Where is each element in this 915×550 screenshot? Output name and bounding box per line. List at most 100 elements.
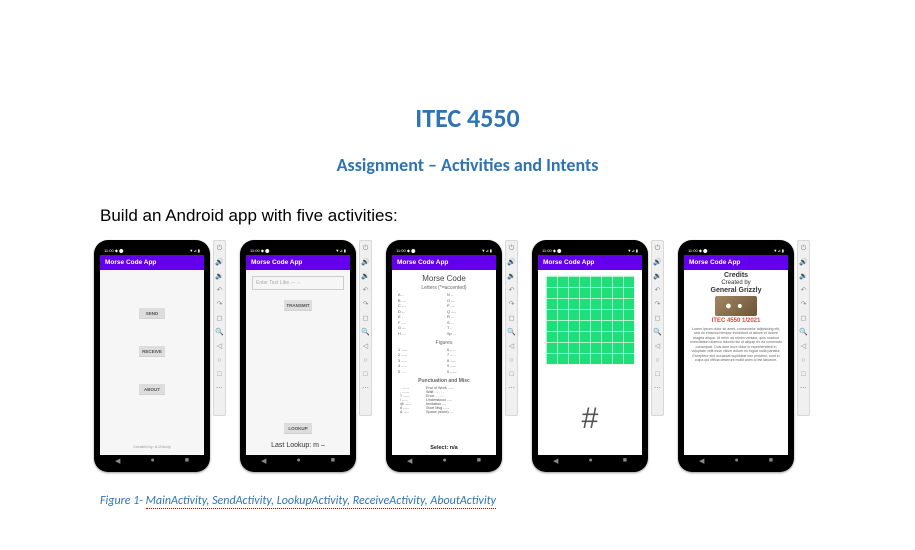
volume-down-icon[interactable]: 🔉 [361,273,370,280]
rotate-left-icon[interactable]: ↶ [217,287,223,294]
figure-cell[interactable]: 8 ---.. [447,359,490,363]
camera-icon[interactable]: ◻ [363,315,369,322]
recent-btn-icon[interactable]: □ [655,371,659,378]
nav-recent-icon[interactable]: ■ [769,457,773,464]
zoom-icon[interactable]: 🔍 [361,329,370,336]
about-button[interactable]: ABOUT [139,384,165,394]
figure-cell[interactable]: 5 ..... [398,370,441,374]
camera-icon[interactable]: ◻ [509,315,515,322]
figure-cell[interactable]: 3 ...-- [398,359,441,363]
rotate-right-icon[interactable]: ↷ [655,301,661,308]
more-icon[interactable]: ⋯ [508,385,515,392]
rotate-right-icon[interactable]: ↷ [801,301,807,308]
transmit-button[interactable]: TRANSMIT [284,300,312,310]
volume-up-icon[interactable]: 🔊 [507,259,516,266]
nav-home-icon[interactable]: ● [442,457,446,464]
home-btn-icon[interactable]: ○ [363,357,367,364]
receive-grid[interactable] [546,276,634,364]
letter-cell[interactable]: N -. [447,293,490,297]
more-icon[interactable]: ⋯ [216,385,223,392]
recent-btn-icon[interactable]: □ [509,371,513,378]
figure-cell[interactable]: 4 ....- [398,364,441,368]
receive-button[interactable]: RECEIVE [139,346,165,356]
lookup-button[interactable]: LOOKUP [284,423,312,433]
letter-cell[interactable]: B -... [398,299,441,303]
back-btn-icon[interactable]: ◁ [217,343,222,350]
nav-back-icon[interactable]: ◀ [553,457,558,465]
nav-back-icon[interactable]: ◀ [699,457,704,465]
power-icon[interactable]: ⏻ [655,245,661,252]
letter-cell[interactable]: F ..-. [398,321,441,325]
figure-cell[interactable]: 0 ----- [447,370,490,374]
rotate-left-icon[interactable]: ↶ [509,287,515,294]
volume-up-icon[interactable]: 🔊 [215,259,224,266]
figure-cell[interactable]: 9 ----. [447,364,490,368]
more-icon[interactable]: ⋯ [362,385,369,392]
nav-recent-icon[interactable]: ■ [623,457,627,464]
home-btn-icon[interactable]: ○ [655,357,659,364]
letter-cell[interactable]: D -.. [398,310,441,314]
camera-icon[interactable]: ◻ [655,315,661,322]
power-icon[interactable]: ⏻ [801,245,807,252]
power-icon[interactable]: ⏻ [363,245,369,252]
rotate-left-icon[interactable]: ↶ [655,287,661,294]
nav-back-icon[interactable]: ◀ [115,457,120,465]
volume-up-icon[interactable]: 🔊 [653,259,662,266]
more-icon[interactable]: ⋯ [654,385,661,392]
recent-btn-icon[interactable]: □ [363,371,367,378]
volume-up-icon[interactable]: 🔊 [799,259,808,266]
zoom-icon[interactable]: 🔍 [799,329,808,336]
recent-btn-icon[interactable]: □ [801,371,805,378]
zoom-icon[interactable]: 🔍 [215,329,224,336]
rotate-left-icon[interactable]: ↶ [363,287,369,294]
back-btn-icon[interactable]: ◁ [655,343,660,350]
nav-home-icon[interactable]: ● [588,457,592,464]
rotate-right-icon[interactable]: ↷ [363,301,369,308]
volume-down-icon[interactable]: 🔉 [799,273,808,280]
figure-cell[interactable]: 2 ..--- [398,353,441,357]
rotate-left-icon[interactable]: ↶ [801,287,807,294]
rotate-right-icon[interactable]: ↷ [509,301,515,308]
letter-cell[interactable]: R .-. [447,315,490,319]
zoom-icon[interactable]: 🔍 [653,329,662,336]
figure-cell[interactable]: 7 --... [447,353,490,357]
letter-cell[interactable]: G --. [398,326,441,330]
punct-row[interactable]: & .-...Space (word) .... [400,410,488,414]
nav-back-icon[interactable]: ◀ [261,457,266,465]
figure-cell[interactable]: 6 -.... [447,348,490,352]
letter-cell[interactable]: O --- [447,299,490,303]
camera-icon[interactable]: ◻ [217,315,223,322]
letter-cell[interactable]: Sp ... [447,332,490,336]
power-icon[interactable]: ⏻ [509,245,515,252]
letter-cell[interactable]: Q --.- [447,310,490,314]
back-btn-icon[interactable]: ◁ [801,343,806,350]
nav-home-icon[interactable]: ● [734,457,738,464]
figure-cell[interactable]: 1 .---- [398,348,441,352]
more-icon[interactable]: ⋯ [800,385,807,392]
camera-icon[interactable]: ◻ [801,315,807,322]
nav-recent-icon[interactable]: ■ [185,457,189,464]
back-btn-icon[interactable]: ◁ [509,343,514,350]
letter-cell[interactable]: S ... [447,321,490,325]
letter-cell[interactable]: H .... [398,332,441,336]
volume-down-icon[interactable]: 🔉 [215,273,224,280]
back-btn-icon[interactable]: ◁ [363,343,368,350]
power-icon[interactable]: ⏻ [217,245,223,252]
volume-down-icon[interactable]: 🔉 [653,273,662,280]
volume-up-icon[interactable]: 🔊 [361,259,370,266]
home-btn-icon[interactable]: ○ [801,357,805,364]
home-btn-icon[interactable]: ○ [217,357,221,364]
letter-cell[interactable]: E . [398,315,441,319]
zoom-icon[interactable]: 🔍 [507,329,516,336]
letter-cell[interactable]: P .--. [447,304,490,308]
nav-recent-icon[interactable]: ■ [477,457,481,464]
morse-input[interactable]: Enter Text Like .-- .-. [252,276,344,290]
rotate-right-icon[interactable]: ↷ [217,301,223,308]
nav-home-icon[interactable]: ● [296,457,300,464]
letter-cell[interactable]: T - [447,326,490,330]
letter-cell[interactable]: A .- [398,293,441,297]
send-button[interactable]: SEND [139,308,165,318]
nav-home-icon[interactable]: ● [150,457,154,464]
recent-btn-icon[interactable]: □ [217,371,221,378]
nav-recent-icon[interactable]: ■ [331,457,335,464]
